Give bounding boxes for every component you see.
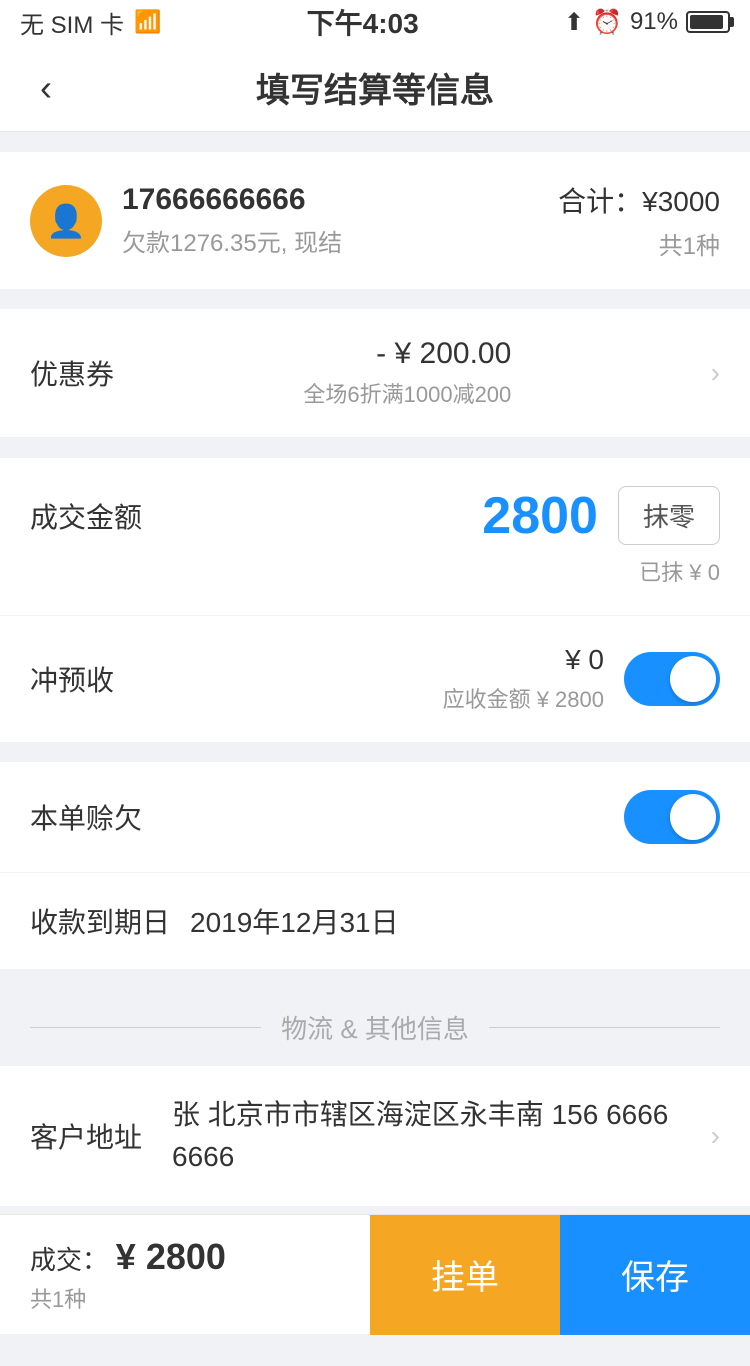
- due-date-row: 收款到期日 2019年12月31日: [0, 872, 750, 969]
- chevron-right-icon: ›: [711, 357, 720, 389]
- due-date-value: 2019年12月31日: [190, 901, 399, 941]
- save-button[interactable]: 保存: [560, 1215, 750, 1335]
- footer-amount: ¥ 2800: [116, 1236, 226, 1277]
- footer-amount-label: 成交：: [30, 1245, 108, 1275]
- credit-toggle-knob: [670, 794, 716, 840]
- logistics-text: 物流 & 其他信息: [281, 1009, 469, 1046]
- customer-card: 👤 17666666666 欠款1276.35元, 现结 合计：¥3000 共1…: [0, 152, 750, 289]
- credit-row: 本单赊欠: [0, 762, 750, 872]
- amount-right: 2800 抹零: [482, 486, 720, 545]
- coupon-discount: - ¥ 200.00: [376, 337, 511, 371]
- footer: 成交： ¥ 2800 共1种 挂单 保存: [0, 1214, 750, 1334]
- address-row[interactable]: 客户地址 张 北京市市辖区海淀区永丰南 156 6666 6666 ›: [0, 1066, 750, 1206]
- prepaid-label: 冲预收: [30, 659, 114, 699]
- amount-sub: 已抹 ¥ 0: [639, 560, 720, 585]
- coupon-right: - ¥ 200.00 全场6折满1000减200: [303, 337, 511, 409]
- hold-button[interactable]: 挂单: [370, 1215, 560, 1335]
- sim-text: 无 SIM 卡: [20, 5, 124, 40]
- due-date-label: 收款到期日: [30, 901, 170, 941]
- footer-info: 成交： ¥ 2800 共1种: [0, 1236, 370, 1314]
- prepaid-desc: 应收金额 ¥ 2800: [443, 682, 604, 714]
- battery-icon: [686, 11, 730, 33]
- toggle-knob: [670, 656, 716, 702]
- status-time: 下午4:03: [307, 2, 419, 42]
- address-chevron-icon: ›: [711, 1120, 720, 1152]
- customer-right: 合计：¥3000 共1种: [558, 180, 720, 261]
- alarm-icon: ⏰: [592, 8, 622, 37]
- logistics-separator: 物流 & 其他信息: [0, 989, 750, 1066]
- total-amount: 合计：¥3000: [558, 180, 720, 220]
- credit-label: 本单赊欠: [30, 797, 142, 837]
- section-gap-1: [0, 289, 750, 309]
- amount-row: 成交金额 2800 抹零: [30, 486, 720, 545]
- footer-amount-line: 成交： ¥ 2800: [30, 1236, 340, 1278]
- customer-phone: 17666666666: [122, 183, 342, 217]
- address-content: 张 北京市市辖区海淀区永丰南 156 6666 6666: [172, 1094, 701, 1178]
- customer-info: 17666666666 欠款1276.35元, 现结: [122, 183, 342, 258]
- avatar: 👤: [30, 185, 102, 257]
- coupon-row[interactable]: 优惠券 - ¥ 200.00 全场6折满1000减200 ›: [0, 309, 750, 438]
- credit-toggle[interactable]: [624, 790, 720, 844]
- round-button[interactable]: 抹零: [618, 486, 720, 545]
- amount-value: 2800: [482, 490, 598, 542]
- battery-percent: 91%: [630, 8, 678, 36]
- address-label: 客户地址: [30, 1116, 142, 1156]
- amount-section: 成交金额 2800 抹零 已抹 ¥ 0: [0, 458, 750, 615]
- prepaid-right: ¥ 0 应收金额 ¥ 2800: [443, 644, 604, 714]
- customer-left: 👤 17666666666 欠款1276.35元, 现结: [30, 183, 342, 258]
- footer-count: 共1种: [30, 1282, 340, 1314]
- back-button[interactable]: ‹: [30, 57, 62, 119]
- customer-debt: 欠款1276.35元, 现结: [122, 223, 342, 258]
- prepaid-amount: ¥ 0: [565, 644, 604, 676]
- section-gap-2: [0, 438, 750, 458]
- amount-label: 成交金额: [30, 496, 142, 536]
- section-gap-3: [0, 742, 750, 762]
- section-gap-4: [0, 969, 750, 989]
- status-left: 无 SIM 卡 📶: [20, 5, 161, 40]
- prepaid-toggle[interactable]: [624, 652, 720, 706]
- page-title: 填写结算等信息: [256, 63, 494, 112]
- status-right: ⬆ ⏰ 91%: [564, 8, 730, 37]
- status-bar: 无 SIM 卡 📶 下午4:03 ⬆ ⏰ 91%: [0, 0, 750, 44]
- sep-line-left: [30, 1027, 261, 1028]
- sep-line-right: [489, 1027, 720, 1028]
- header: ‹ 填写结算等信息: [0, 44, 750, 132]
- location-icon: ⬆: [564, 8, 584, 37]
- total-count: 共1种: [558, 226, 720, 261]
- prepaid-row: 冲预收 ¥ 0 应收金额 ¥ 2800: [0, 615, 750, 742]
- coupon-desc: 全场6折满1000减200: [303, 377, 511, 409]
- avatar-icon: 👤: [46, 202, 86, 240]
- coupon-label: 优惠券: [30, 353, 114, 393]
- wifi-icon: 📶: [134, 9, 161, 35]
